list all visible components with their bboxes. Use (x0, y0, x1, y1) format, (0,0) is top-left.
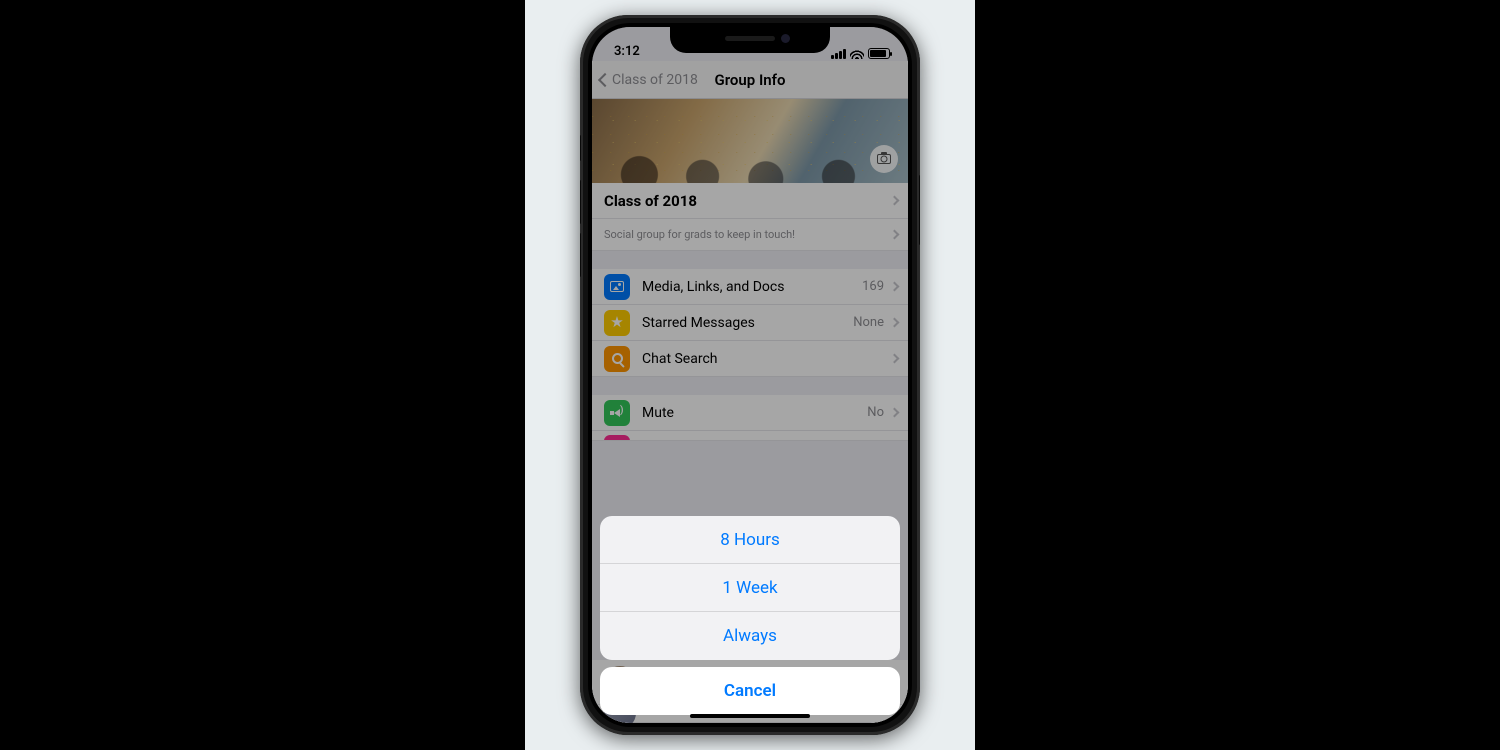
home-indicator[interactable] (690, 714, 810, 718)
screen: 3:12 Class of 2018 Group Info (592, 27, 908, 723)
iphone-frame: 3:12 Class of 2018 Group Info (580, 15, 920, 735)
cancel-button[interactable]: Cancel (600, 667, 900, 715)
notch (670, 27, 830, 53)
mute-option-always[interactable]: Always (600, 612, 900, 660)
volume-up-button (580, 180, 581, 224)
mute-action-sheet: 8 Hours 1 Week Always Cancel (600, 516, 900, 715)
power-button (919, 175, 920, 245)
mute-option-1-week[interactable]: 1 Week (600, 564, 900, 612)
action-sheet-options: 8 Hours 1 Week Always (600, 516, 900, 660)
mute-switch (580, 135, 581, 161)
volume-down-button (580, 233, 581, 277)
canvas: 3:12 Class of 2018 Group Info (525, 0, 975, 750)
mute-option-8-hours[interactable]: 8 Hours (600, 516, 900, 564)
